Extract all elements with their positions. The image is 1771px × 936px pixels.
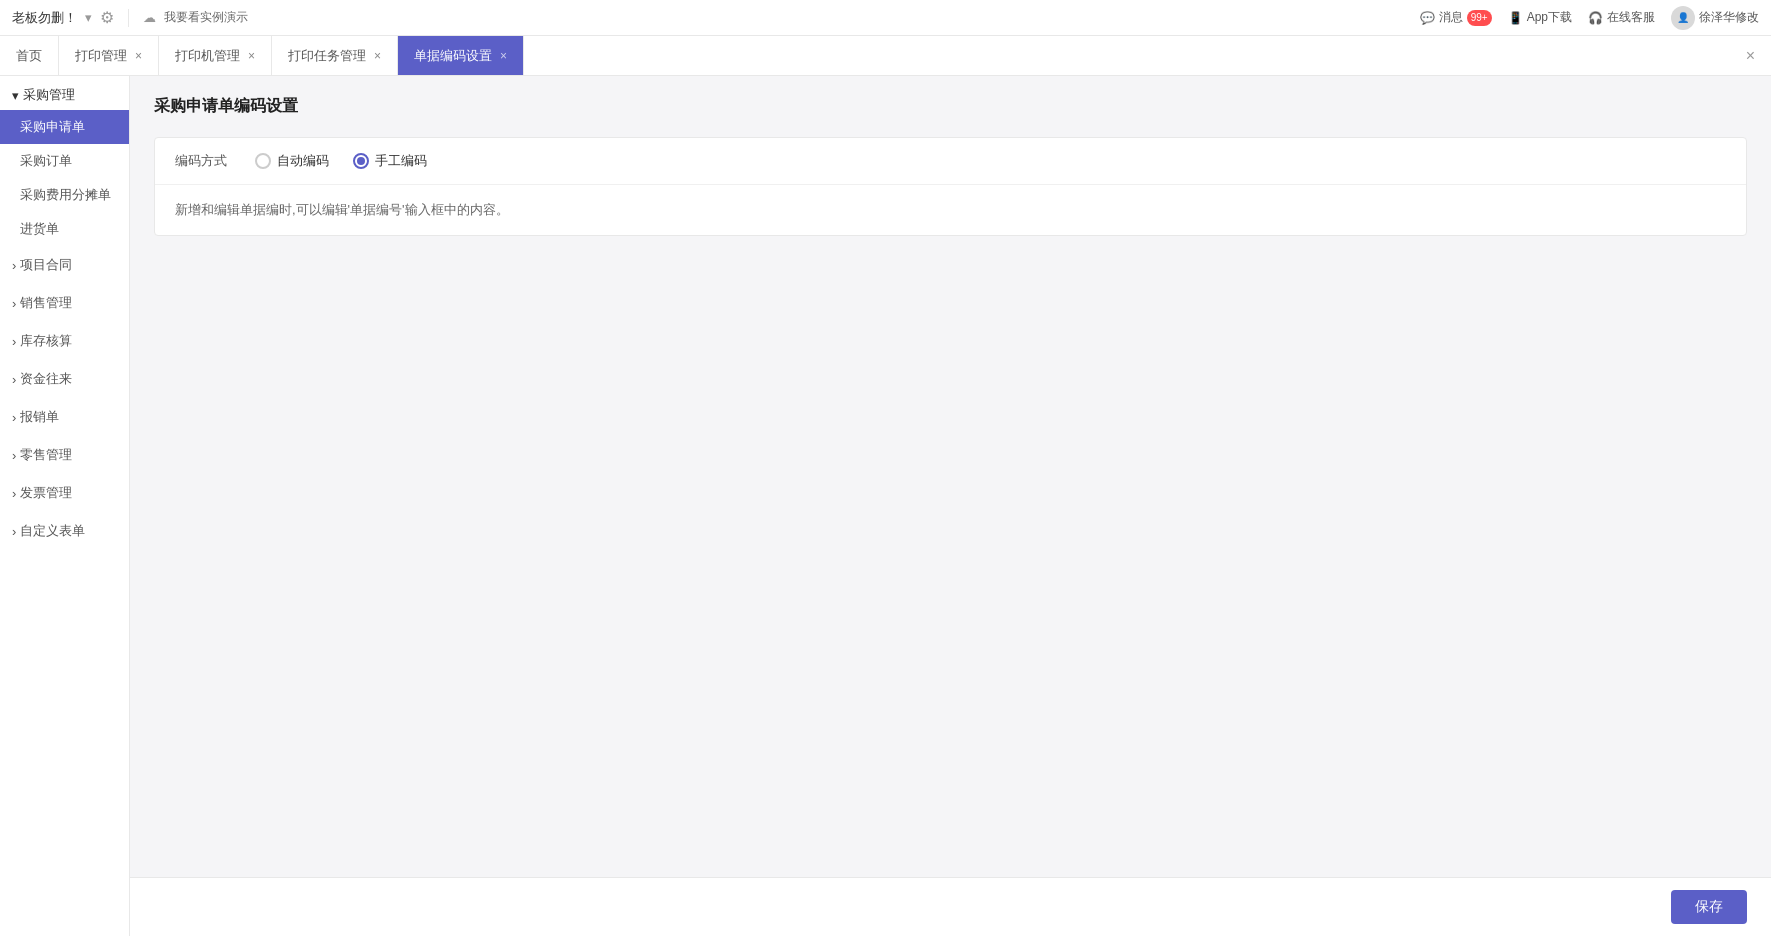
radio-manual[interactable]: 手工编码	[353, 152, 427, 170]
tab-barcode-settings-close[interactable]: ×	[500, 49, 507, 63]
tab-bar-close-all[interactable]: ×	[1730, 47, 1771, 65]
tab-print-task[interactable]: 打印任务管理 ×	[272, 36, 398, 75]
sidebar-item-invoice-label: 发票管理	[20, 484, 72, 502]
radio-group: 自动编码 手工编码	[255, 152, 427, 170]
sidebar-item-invoice[interactable]: › 发票管理	[0, 474, 129, 512]
expand-arrow-retail: ›	[12, 448, 16, 463]
online-service-button[interactable]: 🎧 在线客服	[1588, 9, 1655, 26]
sidebar-item-purchase-order[interactable]: 采购订单	[0, 144, 129, 178]
sidebar-item-project-contract[interactable]: › 项目合同	[0, 246, 129, 284]
message-button[interactable]: 💬 消息 99+	[1420, 9, 1492, 26]
sidebar-item-fund[interactable]: › 资金往来	[0, 360, 129, 398]
top-bar-left: 老板勿删！ ▾ ⚙ ☁ 我要看实例演示	[12, 8, 248, 27]
phone-icon: 📱	[1508, 11, 1523, 25]
sidebar-item-project-contract-label: 项目合同	[20, 256, 72, 274]
coding-method-label: 编码方式	[175, 152, 255, 170]
tab-print-task-close[interactable]: ×	[374, 49, 381, 63]
expand-arrow-project: ›	[12, 258, 16, 273]
sidebar-item-inventory[interactable]: › 库存核算	[0, 322, 129, 360]
coding-method-row: 编码方式 自动编码 手工编码	[155, 138, 1746, 185]
cloud-icon: ☁	[143, 10, 156, 25]
headset-icon: 🎧	[1588, 11, 1603, 25]
content-area: 采购申请单编码设置 编码方式 自动编码 手工编码	[130, 76, 1771, 936]
app-download-label: App下载	[1527, 9, 1572, 26]
content-footer: 保存	[130, 877, 1771, 936]
sidebar-item-purchase-request-label: 采购申请单	[20, 119, 85, 134]
settings-card: 编码方式 自动编码 手工编码 新增和编辑单据编时,可以编辑'单据编号'输入框中的…	[154, 137, 1747, 236]
expand-arrow-invoice: ›	[12, 486, 16, 501]
tab-bar: 首页 打印管理 × 打印机管理 × 打印任务管理 × 单据编码设置 × ×	[0, 36, 1771, 76]
app-download-button[interactable]: 📱 App下载	[1508, 9, 1572, 26]
radio-manual-label: 手工编码	[375, 152, 427, 170]
sidebar-item-sales-mgmt[interactable]: › 销售管理	[0, 284, 129, 322]
message-badge: 99+	[1467, 10, 1492, 26]
tab-print-mgmt-close[interactable]: ×	[135, 49, 142, 63]
brand-text: 老板勿删！	[12, 9, 77, 27]
hint-text: 新增和编辑单据编时,可以编辑'单据编号'输入框中的内容。	[155, 185, 1746, 235]
collapse-arrow-purchase: ▾	[12, 88, 19, 103]
user-profile-button[interactable]: 👤 徐泽华修改	[1671, 6, 1759, 30]
sidebar-item-purchase-expense[interactable]: 采购费用分摊单	[0, 178, 129, 212]
sidebar-group-purchase-header[interactable]: ▾ 采购管理	[0, 76, 129, 110]
sidebar-group-purchase: ▾ 采购管理 采购申请单 采购订单 采购费用分摊单 进货单	[0, 76, 129, 246]
sidebar-item-returns[interactable]: › 报销单	[0, 398, 129, 436]
expand-arrow-sales: ›	[12, 296, 16, 311]
tab-print-mgmt-label: 打印管理	[75, 47, 127, 65]
sidebar-item-purchase-request[interactable]: 采购申请单	[0, 110, 129, 144]
sidebar-item-sales-mgmt-label: 销售管理	[20, 294, 72, 312]
tab-printer-mgmt-close[interactable]: ×	[248, 49, 255, 63]
sidebar-item-inbound-label: 进货单	[20, 221, 59, 236]
divider	[128, 9, 129, 27]
radio-manual-circle	[353, 153, 369, 169]
online-service-label: 在线客服	[1607, 9, 1655, 26]
tab-barcode-settings[interactable]: 单据编码设置 ×	[398, 36, 524, 75]
save-button[interactable]: 保存	[1671, 890, 1747, 924]
sidebar-item-fund-label: 资金往来	[20, 370, 72, 388]
message-icon: 💬	[1420, 11, 1435, 25]
sidebar-item-retail-label: 零售管理	[20, 446, 72, 464]
dropdown-icon[interactable]: ▾	[85, 10, 92, 25]
content-main: 采购申请单编码设置 编码方式 自动编码 手工编码	[130, 76, 1771, 877]
tab-barcode-settings-label: 单据编码设置	[414, 47, 492, 65]
message-label: 消息	[1439, 9, 1463, 26]
tab-print-mgmt[interactable]: 打印管理 ×	[59, 36, 159, 75]
username-label: 徐泽华修改	[1699, 9, 1759, 26]
sidebar-item-custom-forms-label: 自定义表单	[20, 522, 85, 540]
expand-arrow-fund: ›	[12, 372, 16, 387]
sidebar-item-inbound[interactable]: 进货单	[0, 212, 129, 246]
radio-auto[interactable]: 自动编码	[255, 152, 329, 170]
sidebar: ▾ 采购管理 采购申请单 采购订单 采购费用分摊单 进货单 › 项目合同 › 销…	[0, 76, 130, 936]
demo-text[interactable]: 我要看实例演示	[164, 9, 248, 26]
expand-arrow-custom: ›	[12, 524, 16, 539]
expand-arrow-returns: ›	[12, 410, 16, 425]
sidebar-item-retail[interactable]: › 零售管理	[0, 436, 129, 474]
sidebar-item-custom-forms[interactable]: › 自定义表单	[0, 512, 129, 550]
sidebar-item-returns-label: 报销单	[20, 408, 59, 426]
avatar: 👤	[1671, 6, 1695, 30]
top-bar-right: 💬 消息 99+ 📱 App下载 🎧 在线客服 👤 徐泽华修改	[1420, 6, 1759, 30]
main-layout: ▾ 采购管理 采购申请单 采购订单 采购费用分摊单 进货单 › 项目合同 › 销…	[0, 76, 1771, 936]
sidebar-group-purchase-label: 采购管理	[23, 86, 75, 104]
top-bar: 老板勿删！ ▾ ⚙ ☁ 我要看实例演示 💬 消息 99+ 📱 App下载 🎧 在…	[0, 0, 1771, 36]
page-title: 采购申请单编码设置	[154, 96, 1747, 117]
sidebar-item-inventory-label: 库存核算	[20, 332, 72, 350]
settings-icon[interactable]: ⚙	[100, 8, 114, 27]
sidebar-item-purchase-expense-label: 采购费用分摊单	[20, 187, 111, 202]
tab-print-task-label: 打印任务管理	[288, 47, 366, 65]
tab-home-label: 首页	[16, 47, 42, 65]
tab-printer-mgmt-label: 打印机管理	[175, 47, 240, 65]
expand-arrow-inventory: ›	[12, 334, 16, 349]
tab-printer-mgmt[interactable]: 打印机管理 ×	[159, 36, 272, 75]
tab-home[interactable]: 首页	[0, 36, 59, 75]
radio-auto-label: 自动编码	[277, 152, 329, 170]
sidebar-item-purchase-order-label: 采购订单	[20, 153, 72, 168]
radio-auto-circle	[255, 153, 271, 169]
